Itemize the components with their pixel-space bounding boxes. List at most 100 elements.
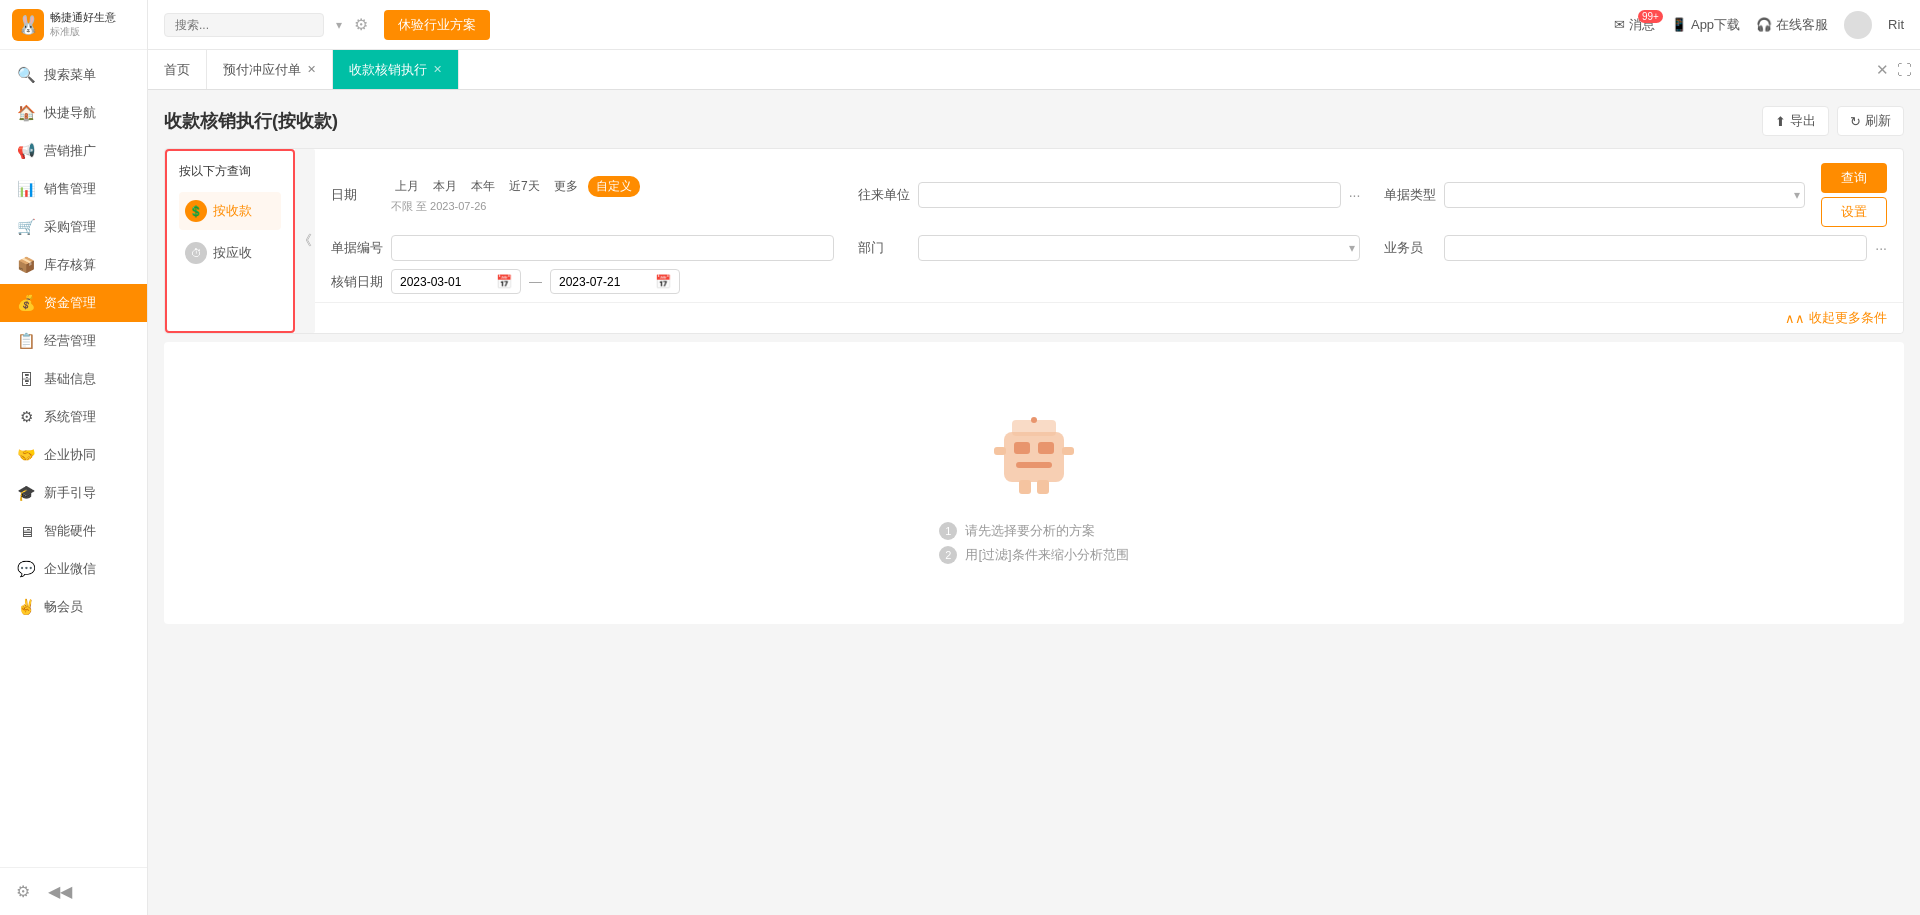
partner-dots-button[interactable]: ··· <box>1349 187 1361 203</box>
calendar-end-icon[interactable]: 📅 <box>655 274 671 289</box>
date-btn-custom[interactable]: 自定义 <box>588 176 640 197</box>
dept-field: 部门 ▾ <box>858 235 1361 261</box>
date-hint: 不限 至 2023-07-26 <box>391 199 834 214</box>
sidebar-gear-button[interactable]: ⚙ <box>12 878 34 905</box>
cancel-date-end-input[interactable] <box>559 275 649 289</box>
date-btn-this-year[interactable]: 本年 <box>467 176 499 197</box>
online-service-link[interactable]: 🎧 在线客服 <box>1756 16 1828 34</box>
date-field: 日期 上月 本月 本年 近7天 更多 自定义 不限 至 2023-07-26 <box>331 163 834 227</box>
home-icon: 🏠 <box>16 104 36 122</box>
sidebar-item-system[interactable]: ⚙ 系统管理 <box>0 398 147 436</box>
fullscreen-button[interactable]: ⛶ <box>1897 61 1912 78</box>
sidebar-item-wechat[interactable]: 💬 企业微信 <box>0 550 147 588</box>
sidebar: 🐰 畅捷通好生意 标准版 🔍 搜索菜单 🏠 快捷导航 📢 营销推广 📊 销售管理… <box>0 0 148 915</box>
partner-input[interactable] <box>918 182 1341 208</box>
sidebar-item-purchase[interactable]: 🛒 采购管理 <box>0 208 147 246</box>
receivable-icon: ⏱ <box>185 242 207 264</box>
staff-dots-button[interactable]: ··· <box>1875 240 1887 256</box>
menu-label: 快捷导航 <box>44 104 96 122</box>
tab-receipt-cancel[interactable]: 收款核销执行 ✕ <box>333 50 459 89</box>
svg-rect-0 <box>1004 432 1064 482</box>
inventory-icon: 📦 <box>16 256 36 274</box>
close-tab-button[interactable]: ✕ <box>1876 61 1889 79</box>
export-icon: ⬆ <box>1775 114 1786 129</box>
filter-option-by-receipt[interactable]: 💲 按收款 <box>179 192 281 230</box>
dept-label: 部门 <box>858 239 910 257</box>
page-actions: ⬆ 导出 ↻ 刷新 <box>1762 106 1904 136</box>
date-btn-this-month[interactable]: 本月 <box>429 176 461 197</box>
date-range-dash: — <box>529 274 542 289</box>
menu-label: 资金管理 <box>44 294 96 312</box>
user-avatar[interactable] <box>1844 11 1872 39</box>
search-icon: 🔍 <box>16 66 36 84</box>
filter-option-label: 按应收 <box>213 244 252 262</box>
tab-prepay-reconcile[interactable]: 预付冲应付单 ✕ <box>207 50 333 89</box>
filter-sidebar-collapse-button[interactable]: 《 <box>295 149 315 333</box>
menu-label: 库存核算 <box>44 256 96 274</box>
menu-label: 采购管理 <box>44 218 96 236</box>
sidebar-item-member[interactable]: ✌ 畅会员 <box>0 588 147 626</box>
sidebar-bottom: ⚙ ◀◀ <box>0 867 147 915</box>
search-button[interactable]: 查询 <box>1821 163 1887 193</box>
menu-label: 智能硬件 <box>44 522 96 540</box>
dept-select[interactable] <box>919 236 1350 260</box>
cooperation-icon: 🤝 <box>16 446 36 464</box>
svg-rect-5 <box>1062 447 1074 455</box>
business-icon: 📋 <box>16 332 36 350</box>
sales-icon: 📊 <box>16 180 36 198</box>
filter-option-by-receivable[interactable]: ⏱ 按应收 <box>179 234 281 272</box>
export-button[interactable]: ⬆ 导出 <box>1762 106 1829 136</box>
collapse-label: 收起更多条件 <box>1809 309 1887 327</box>
sidebar-item-finance[interactable]: 💰 资金管理 <box>0 284 147 322</box>
sidebar-item-base-info[interactable]: 🗄 基础信息 <box>0 360 147 398</box>
tab-home[interactable]: 首页 <box>148 50 207 89</box>
refresh-button[interactable]: ↻ 刷新 <box>1837 106 1904 136</box>
menu-label: 搜索菜单 <box>44 66 96 84</box>
tab-home-label: 首页 <box>164 61 190 79</box>
date-btn-more[interactable]: 更多 <box>550 176 582 197</box>
setting-button[interactable]: 设置 <box>1821 197 1887 227</box>
sidebar-item-sales[interactable]: 📊 销售管理 <box>0 170 147 208</box>
topbar-search-input[interactable] <box>164 13 324 37</box>
close-icon[interactable]: ✕ <box>433 63 442 76</box>
chevron-down-icon[interactable]: ▾ <box>336 18 342 32</box>
sidebar-item-marketing[interactable]: 📢 营销推广 <box>0 132 147 170</box>
sidebar-item-business[interactable]: 📋 经营管理 <box>0 322 147 360</box>
cancel-date-start-input[interactable] <box>400 275 490 289</box>
tip-text-2: 用[过滤]条件来缩小分析范围 <box>965 546 1128 564</box>
staff-input[interactable] <box>1444 235 1867 261</box>
sidebar-collapse-button[interactable]: ◀◀ <box>44 878 76 905</box>
wechat-icon: 💬 <box>16 560 36 578</box>
purchase-icon: 🛒 <box>16 218 36 236</box>
logo-icon: 🐰 <box>12 9 44 41</box>
sidebar-item-quick-nav[interactable]: 🏠 快捷导航 <box>0 94 147 132</box>
sidebar-item-inventory[interactable]: 📦 库存核算 <box>0 246 147 284</box>
doc-type-select[interactable] <box>1445 183 1794 207</box>
calendar-start-icon[interactable]: 📅 <box>496 274 512 289</box>
headset-icon: 🎧 <box>1756 17 1772 32</box>
topbar-gear-icon[interactable]: ⚙ <box>354 15 368 34</box>
partner-label: 往来单位 <box>858 186 910 204</box>
collapse-more-button[interactable]: ∧∧ 收起更多条件 <box>315 302 1903 333</box>
filter-type-selector: 按以下方查询 💲 按收款 ⏱ 按应收 <box>165 149 295 333</box>
guide-icon: 🎓 <box>16 484 36 502</box>
logo-area: 🐰 畅捷通好生意 标准版 <box>0 0 147 50</box>
sidebar-item-search[interactable]: 🔍 搜索菜单 <box>0 56 147 94</box>
industry-solution-button[interactable]: 休验行业方案 <box>384 10 490 40</box>
date-btn-7days[interactable]: 近7天 <box>505 176 544 197</box>
menu-label: 基础信息 <box>44 370 96 388</box>
main-area: ▾ ⚙ 休验行业方案 ✉ 消息 99+ 📱 App下载 🎧 在线客服 Rit 首… <box>148 0 1920 915</box>
app-download-link[interactable]: 📱 App下载 <box>1671 16 1740 34</box>
message-badge[interactable]: ✉ 消息 99+ <box>1614 16 1655 34</box>
date-btn-last-month[interactable]: 上月 <box>391 176 423 197</box>
marketing-icon: 📢 <box>16 142 36 160</box>
menu-label: 企业微信 <box>44 560 96 578</box>
cancel-date-row: 核销日期 📅 — 📅 <box>315 269 1903 302</box>
sidebar-item-cooperation[interactable]: 🤝 企业协同 <box>0 436 147 474</box>
page-title: 收款核销执行(按收款) <box>164 109 338 133</box>
sidebar-item-hardware[interactable]: 🖥 智能硬件 <box>0 512 147 550</box>
doc-no-input[interactable] <box>391 235 834 261</box>
page-header: 收款核销执行(按收款) ⬆ 导出 ↻ 刷新 <box>164 106 1904 136</box>
sidebar-item-guide[interactable]: 🎓 新手引导 <box>0 474 147 512</box>
close-icon[interactable]: ✕ <box>307 63 316 76</box>
